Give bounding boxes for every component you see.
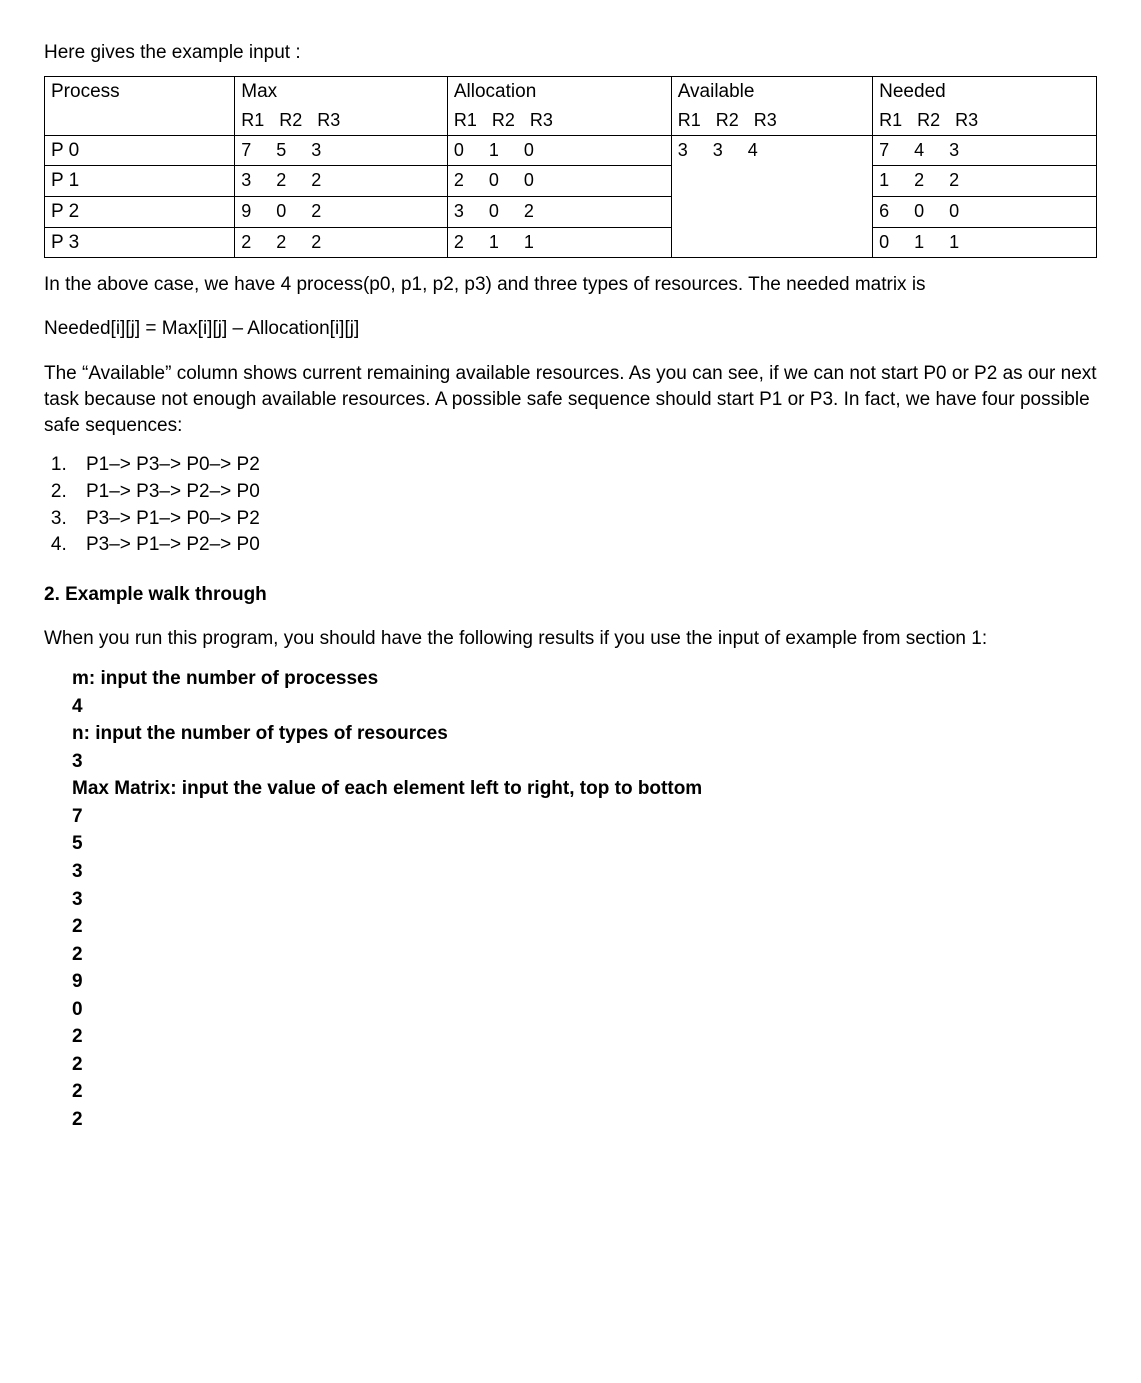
cell-avail xyxy=(671,166,872,197)
header-avail: Available xyxy=(671,76,872,106)
cell-alloc: 3 0 2 xyxy=(447,196,671,227)
safe-sequence-list: P1–> P3–> P0–> P2 P1–> P3–> P2–> P0 P3–>… xyxy=(44,452,1097,558)
cell-process: P 1 xyxy=(45,166,235,197)
cell-process: P 3 xyxy=(45,227,235,258)
list-item: P1–> P3–> P0–> P2 xyxy=(72,452,1097,478)
walk-line: 2 xyxy=(72,1106,1097,1134)
intro-text: Here gives the example input : xyxy=(44,40,1097,66)
walk-line: 0 xyxy=(72,996,1097,1024)
walk-line: 4 xyxy=(72,693,1097,721)
cell-max: 2 2 2 xyxy=(235,227,448,258)
cell-max: 7 5 3 xyxy=(235,135,448,166)
walk-line: 2 xyxy=(72,941,1097,969)
table-row: P 0 7 5 3 0 1 0 3 3 4 7 4 3 xyxy=(45,135,1097,166)
subheader-need: R1 R2 R3 xyxy=(873,106,1097,135)
walk-line: 7 xyxy=(72,803,1097,831)
formula: Needed[i][j] = Max[i][j] – Allocation[i]… xyxy=(44,316,1097,342)
cell-avail xyxy=(671,196,872,227)
cell-avail xyxy=(671,227,872,258)
header-need: Needed xyxy=(873,76,1097,106)
cell-need: 0 1 1 xyxy=(873,227,1097,258)
list-item: P1–> P3–> P2–> P0 xyxy=(72,479,1097,505)
paragraph-2: The “Available” column shows current rem… xyxy=(44,361,1097,438)
table-row: P 2 9 0 2 3 0 2 6 0 0 xyxy=(45,196,1097,227)
cell-need: 6 0 0 xyxy=(873,196,1097,227)
walk-line: 2 xyxy=(72,913,1097,941)
walk-line: 3 xyxy=(72,886,1097,914)
cell-need: 1 2 2 xyxy=(873,166,1097,197)
header-alloc: Allocation xyxy=(447,76,671,106)
cell-need: 7 4 3 xyxy=(873,135,1097,166)
cell-alloc: 0 1 0 xyxy=(447,135,671,166)
cell-max: 9 0 2 xyxy=(235,196,448,227)
walkthrough-block: m: input the number of processes 4 n: in… xyxy=(72,665,1097,1133)
subheader-max: R1 R2 R3 xyxy=(235,106,448,135)
walk-line: 2 xyxy=(72,1051,1097,1079)
walk-line: 9 xyxy=(72,968,1097,996)
list-item: P3–> P1–> P2–> P0 xyxy=(72,532,1097,558)
walk-line: 5 xyxy=(72,830,1097,858)
walk-line: Max Matrix: input the value of each elem… xyxy=(72,775,1097,803)
section-heading: 2. Example walk through xyxy=(44,582,1097,608)
cell-avail: 3 3 4 xyxy=(671,135,872,166)
header-process: Process xyxy=(45,76,235,135)
walk-line: 3 xyxy=(72,748,1097,776)
header-max: Max xyxy=(235,76,448,106)
list-item: P3–> P1–> P0–> P2 xyxy=(72,506,1097,532)
paragraph-1: In the above case, we have 4 process(p0,… xyxy=(44,272,1097,298)
banker-table: Process Max Allocation Available Needed … xyxy=(44,76,1097,259)
walk-line: 3 xyxy=(72,858,1097,886)
cell-max: 3 2 2 xyxy=(235,166,448,197)
table-row: P 3 2 2 2 2 1 1 0 1 1 xyxy=(45,227,1097,258)
cell-process: P 2 xyxy=(45,196,235,227)
cell-process: P 0 xyxy=(45,135,235,166)
table-header-row: Process Max Allocation Available Needed xyxy=(45,76,1097,106)
cell-alloc: 2 1 1 xyxy=(447,227,671,258)
walk-line: 2 xyxy=(72,1023,1097,1051)
table-row: P 1 3 2 2 2 0 0 1 2 2 xyxy=(45,166,1097,197)
walk-line: m: input the number of processes xyxy=(72,665,1097,693)
walk-line: n: input the number of types of resource… xyxy=(72,720,1097,748)
subheader-alloc: R1 R2 R3 xyxy=(447,106,671,135)
cell-alloc: 2 0 0 xyxy=(447,166,671,197)
subheader-avail: R1 R2 R3 xyxy=(671,106,872,135)
walk-line: 2 xyxy=(72,1078,1097,1106)
paragraph-3: When you run this program, you should ha… xyxy=(44,626,1097,652)
